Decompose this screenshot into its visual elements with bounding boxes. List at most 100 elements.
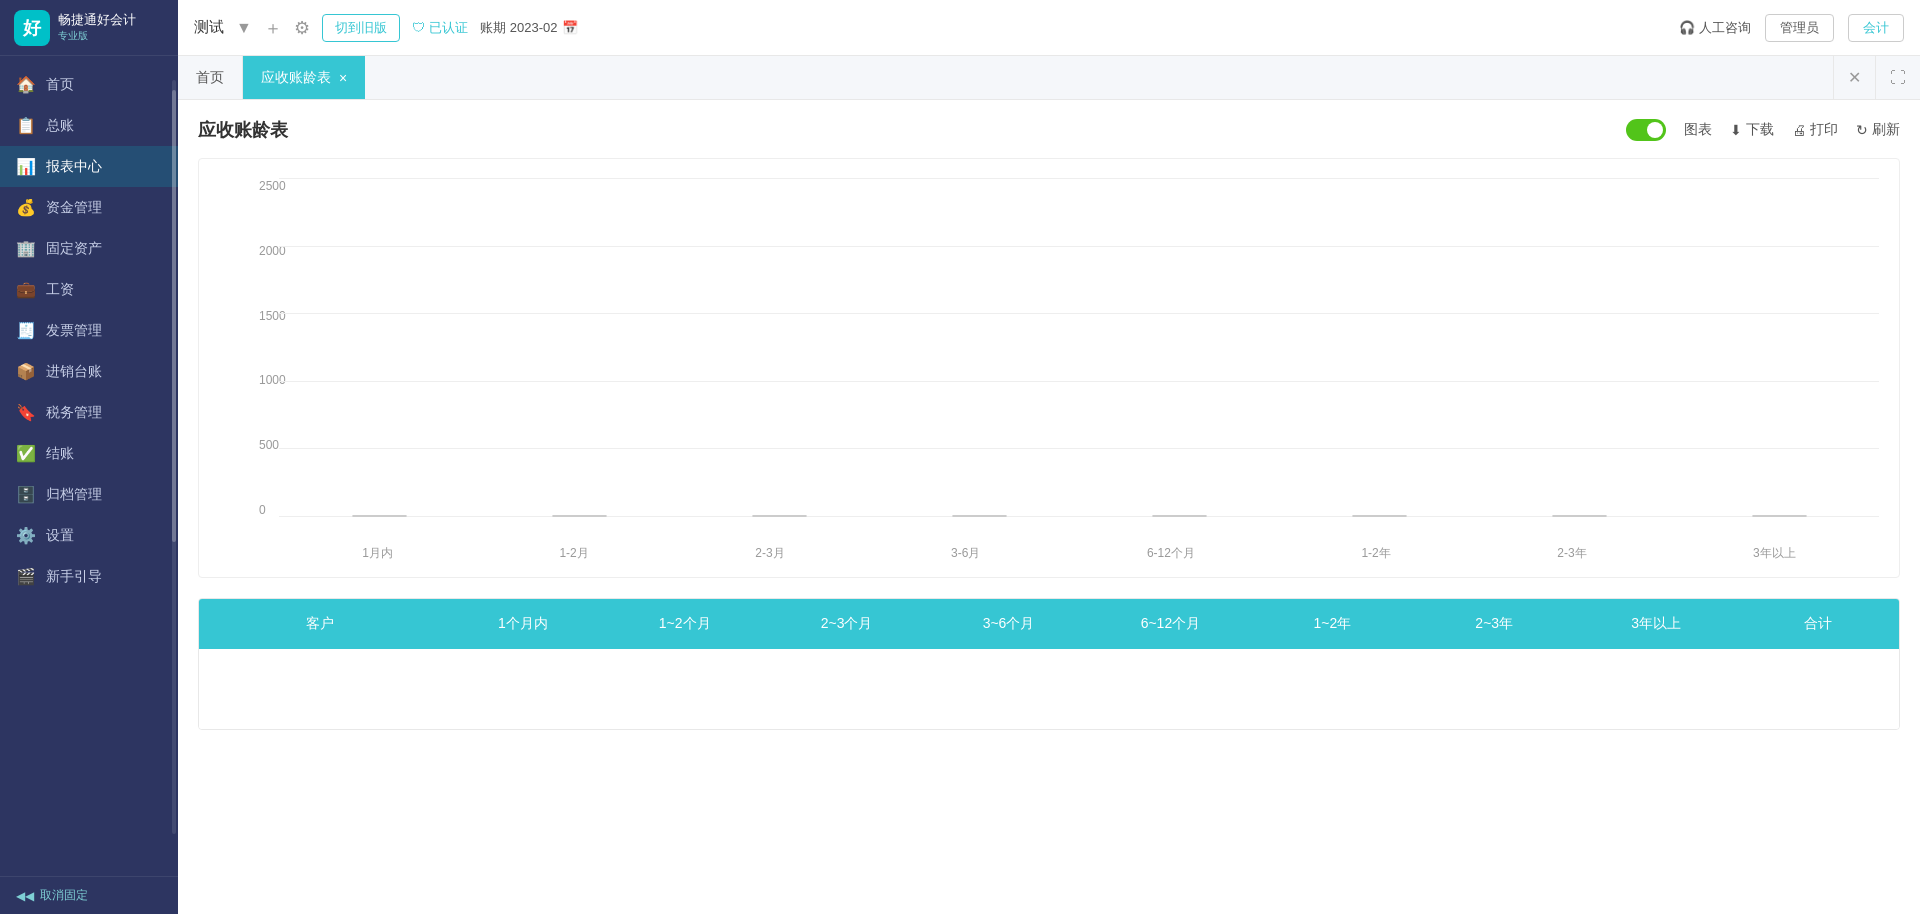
download-button[interactable]: ⬇ 下载 — [1730, 121, 1774, 139]
print-icon: 🖨 — [1792, 122, 1806, 138]
add-workspace-icon[interactable]: ＋ — [264, 16, 282, 40]
sidebar-item-reports[interactable]: 📊 报表中心 — [0, 146, 178, 187]
sidebar-item-newbie[interactable]: 🎬 新手引导 — [0, 556, 178, 597]
home-icon: 🏠 — [16, 75, 36, 94]
tab-home-label: 首页 — [196, 69, 224, 87]
sidebar-item-closing[interactable]: ✅ 结账 — [0, 433, 178, 474]
chart-x-labels: 1月内 1-2月 2-3月 3-6月 6-12个月 1-2年 2-3年 3年以上 — [279, 545, 1879, 562]
print-button[interactable]: 🖨 打印 — [1792, 121, 1838, 139]
sidebar-item-closing-label: 结账 — [46, 445, 74, 463]
content-area: 应收账龄表 图表 ⬇ 下载 🖨 打印 ↻ 刷新 — [178, 100, 1920, 914]
sidebar-item-newbie-label: 新手引导 — [46, 568, 102, 586]
page-header: 应收账龄表 图表 ⬇ 下载 🖨 打印 ↻ 刷新 — [198, 118, 1900, 142]
th-total: 合计 — [1737, 599, 1899, 649]
bar-group-2-3m — [679, 515, 879, 517]
tab-close-icon[interactable]: × — [339, 70, 347, 86]
switch-old-version-button[interactable]: 切到旧版 — [322, 14, 400, 42]
th-1m: 1个月内 — [442, 599, 604, 649]
maximize-window-button[interactable]: ⛶ — [1875, 56, 1920, 99]
workspace-settings-icon[interactable]: ⚙ — [294, 17, 310, 39]
bar-1m — [352, 515, 407, 517]
bar-3-6m — [952, 515, 1007, 517]
archive-icon: 🗄️ — [16, 485, 36, 504]
logo-text-block: 畅捷通好会计 专业版 — [58, 12, 136, 43]
newbie-icon: 🎬 — [16, 567, 36, 586]
sidebar-item-assets[interactable]: 🏢 固定资产 — [0, 228, 178, 269]
accountant-button[interactable]: 会计 — [1848, 14, 1904, 42]
funds-icon: 💰 — [16, 198, 36, 217]
admin-button[interactable]: 管理员 — [1765, 14, 1834, 42]
period-info: 账期 2023-02 📅 — [480, 19, 578, 37]
reports-icon: 📊 — [16, 157, 36, 176]
bar-group-1-2m — [479, 515, 679, 517]
sidebar-item-settings[interactable]: ⚙️ 设置 — [0, 515, 178, 556]
chart-toggle[interactable] — [1626, 119, 1666, 141]
table-body — [199, 649, 1899, 729]
topbar: 测试 ▼ ＋ ⚙ 切到旧版 🛡 已认证 账期 2023-02 📅 🎧 人工咨询 … — [178, 0, 1920, 56]
table-empty-area — [199, 649, 1899, 729]
sidebar-item-payroll-label: 工资 — [46, 281, 74, 299]
refresh-icon: ↻ — [1856, 122, 1868, 138]
sidebar-item-archive[interactable]: 🗄️ 归档管理 — [0, 474, 178, 515]
sidebar-unpin-button[interactable]: ◀◀ 取消固定 — [0, 876, 178, 914]
bar-2-3y — [1552, 515, 1607, 517]
shield-icon: 🛡 — [412, 20, 425, 35]
sidebar: 好 畅捷通好会计 专业版 🏠 首页 📋 总账 📊 报表中心 💰 资金管理 🏢 固… — [0, 0, 178, 914]
consult-button[interactable]: 🎧 人工咨询 — [1679, 19, 1751, 37]
app-edition: 专业版 — [58, 29, 136, 43]
th-2-3y: 2~3年 — [1413, 599, 1575, 649]
th-2-3m: 2~3个月 — [766, 599, 928, 649]
sidebar-item-assets-label: 固定资产 — [46, 240, 102, 258]
workspace-dropdown-icon[interactable]: ▼ — [236, 19, 252, 37]
tab-ar-aging-label: 应收账龄表 — [261, 69, 331, 87]
sidebar-item-settings-label: 设置 — [46, 527, 74, 545]
sidebar-item-purchase-label: 进销台账 — [46, 363, 102, 381]
headset-icon: 🎧 — [1679, 20, 1695, 35]
page-title: 应收账龄表 — [198, 118, 1626, 142]
table-header-row: 客户 1个月内 1~2个月 2~3个月 3~6个月 6~12个月 1~2年 2~… — [199, 599, 1899, 649]
unpin-icon: ◀◀ — [16, 889, 34, 903]
closing-icon: ✅ — [16, 444, 36, 463]
x-label-3-6m: 3-6月 — [951, 545, 980, 562]
sidebar-item-ledger[interactable]: 📋 总账 — [0, 105, 178, 146]
header-actions: 图表 ⬇ 下载 🖨 打印 ↻ 刷新 — [1626, 119, 1900, 141]
period-text-label: 账期 — [480, 19, 506, 37]
sidebar-item-tax-label: 税务管理 — [46, 404, 102, 422]
sidebar-item-ledger-label: 总账 — [46, 117, 74, 135]
download-icon: ⬇ — [1730, 122, 1742, 138]
th-3-6m: 3~6个月 — [928, 599, 1090, 649]
bar-group-1m — [279, 515, 479, 517]
bar-6-12m — [1152, 515, 1207, 517]
sidebar-item-home-label: 首页 — [46, 76, 74, 94]
sidebar-item-home[interactable]: 🏠 首页 — [0, 64, 178, 105]
print-label: 打印 — [1810, 121, 1838, 139]
refresh-button[interactable]: ↻ 刷新 — [1856, 121, 1900, 139]
calendar-icon[interactable]: 📅 — [562, 20, 578, 35]
bar-group-3-6m — [879, 515, 1079, 517]
close-window-button[interactable]: ✕ — [1833, 56, 1875, 99]
ledger-icon: 📋 — [16, 116, 36, 135]
topbar-right: 🎧 人工咨询 管理员 会计 — [1679, 14, 1904, 42]
sidebar-item-payroll[interactable]: 💼 工资 — [0, 269, 178, 310]
page-container: 应收账龄表 图表 ⬇ 下载 🖨 打印 ↻ 刷新 — [178, 100, 1920, 914]
tab-ar-aging[interactable]: 应收账龄表 × — [243, 56, 365, 99]
unpin-label: 取消固定 — [40, 887, 88, 904]
sidebar-item-purchase[interactable]: 📦 进销台账 — [0, 351, 178, 392]
consult-label: 人工咨询 — [1699, 19, 1751, 37]
payroll-icon: 💼 — [16, 280, 36, 299]
tab-home[interactable]: 首页 — [178, 56, 243, 99]
x-label-1m: 1月内 — [362, 545, 393, 562]
sidebar-item-invoice[interactable]: 🧾 发票管理 — [0, 310, 178, 351]
sidebar-scroll-thumb — [172, 90, 176, 542]
th-customer: 客户 — [199, 599, 442, 649]
x-label-2-3m: 2-3月 — [755, 545, 784, 562]
tabs-bar: 首页 应收账龄表 × ✕ ⛶ — [178, 56, 1920, 100]
refresh-label: 刷新 — [1872, 121, 1900, 139]
settings-icon: ⚙️ — [16, 526, 36, 545]
x-label-6-12m: 6-12个月 — [1147, 545, 1195, 562]
sidebar-item-funds[interactable]: 💰 资金管理 — [0, 187, 178, 228]
x-label-1-2m: 1-2月 — [559, 545, 588, 562]
th-1-2m: 1~2个月 — [604, 599, 766, 649]
sidebar-item-tax[interactable]: 🔖 税务管理 — [0, 392, 178, 433]
chart-bars-area — [279, 179, 1879, 517]
